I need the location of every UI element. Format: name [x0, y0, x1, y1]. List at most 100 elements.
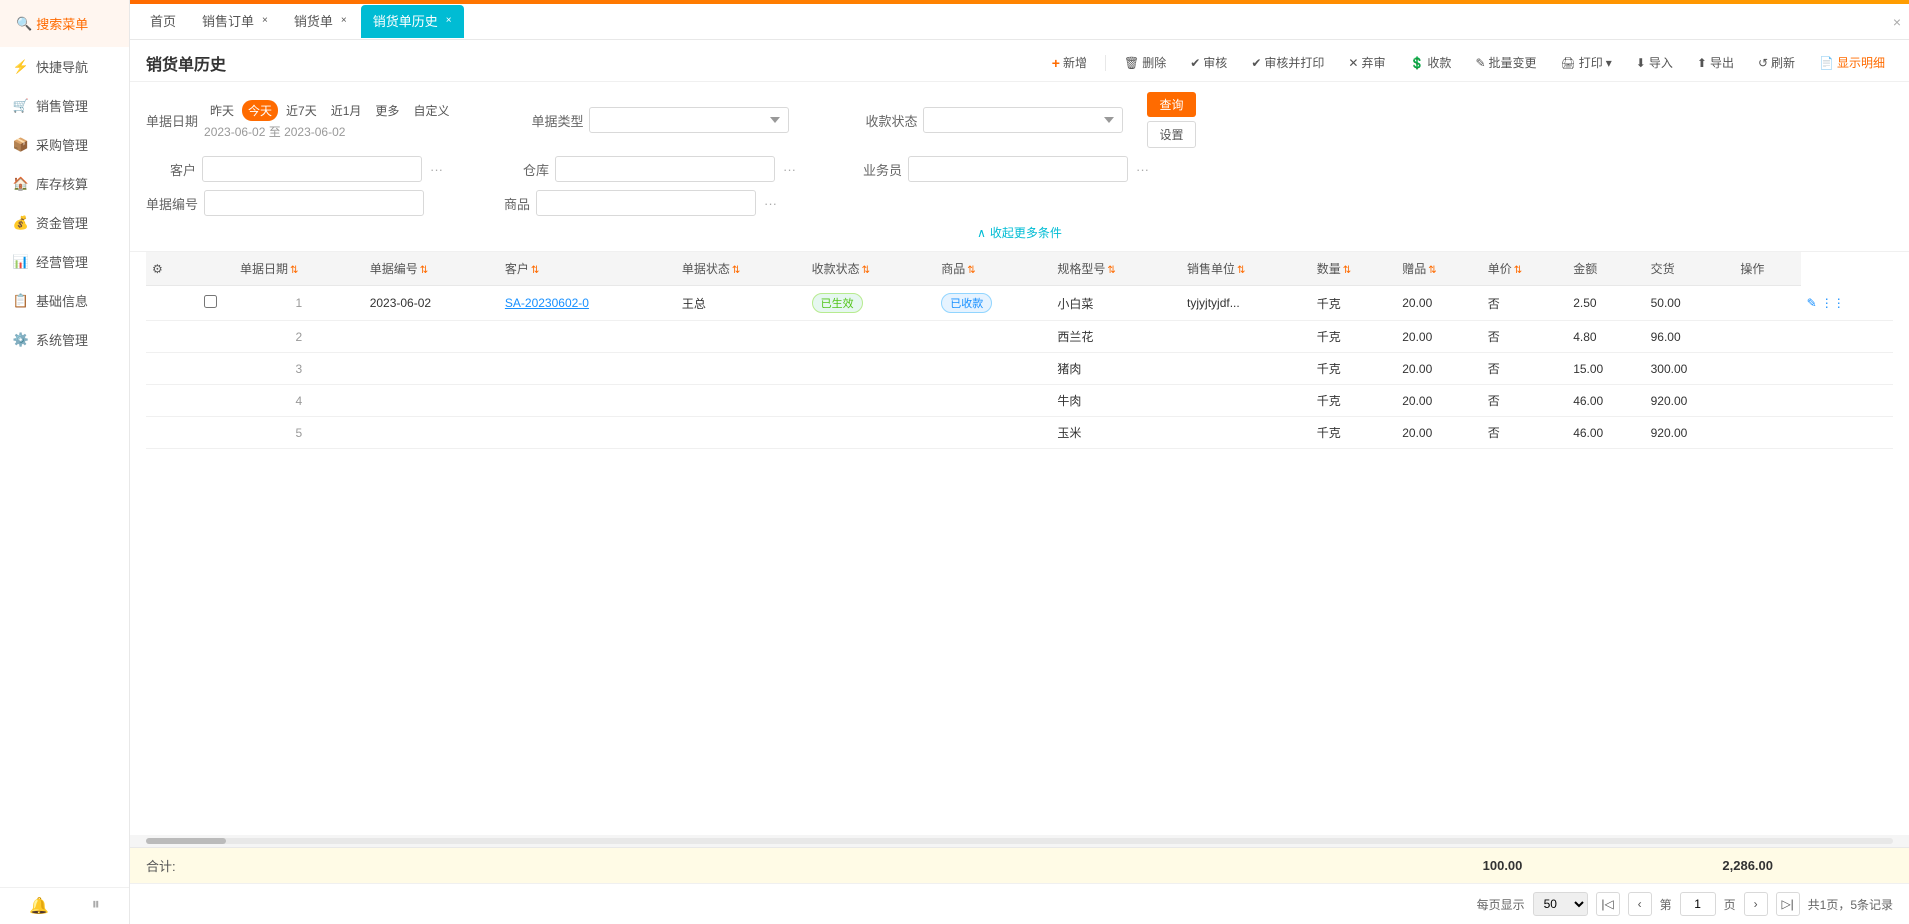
content-area: 销货单历史 +新增🗑删除✔审核✔审核并打印✕弃审💲收款✎批量变更🖨打印▾⬇导入⬆… — [130, 40, 1909, 924]
page-size-select[interactable]: 50 20 100 — [1533, 892, 1588, 916]
col-header-price[interactable]: 单价⇅ — [1482, 252, 1567, 286]
next-page-btn[interactable]: › — [1744, 892, 1768, 916]
toolbar-export-btn[interactable]: ⬆导出 — [1689, 50, 1742, 75]
col-header-pay_status[interactable]: 收款状态⇅ — [806, 252, 936, 286]
query-button[interactable]: 查询 — [1147, 92, 1195, 117]
tab-bar-close-btn[interactable]: × — [1893, 14, 1901, 30]
sidebar-item-purchase-mgmt[interactable]: 📦采购管理 — [0, 125, 129, 164]
sidebar-item-finance[interactable]: 💰资金管理 — [0, 203, 129, 242]
goods-input[interactable] — [536, 190, 756, 216]
action-more-icon[interactable]: ⋮⋮ — [1821, 296, 1845, 310]
col-header-qty[interactable]: 数量⇅ — [1311, 252, 1396, 286]
tab-close-sales-history[interactable]: × — [446, 15, 452, 26]
toolbar-abandon-btn[interactable]: ✕弃审 — [1340, 50, 1393, 75]
action-edit-icon[interactable]: ✎ — [1807, 296, 1817, 310]
prev-page-btn[interactable]: ‹ — [1628, 892, 1652, 916]
toolbar-refresh-btn[interactable]: ↺刷新 — [1750, 50, 1803, 75]
date-shortcut-近1月[interactable]: 近1月 — [325, 100, 368, 121]
pay-status-select[interactable] — [923, 107, 1123, 133]
salesperson-input[interactable] — [908, 156, 1128, 182]
toolbar-print-btn[interactable]: 🖨打印▾ — [1553, 50, 1620, 75]
tab-home[interactable]: 首页 — [138, 5, 188, 38]
toolbar-audit-btn[interactable]: ✔审核 — [1182, 50, 1235, 75]
doc-number-input[interactable] — [204, 190, 424, 216]
row-checkbox-0[interactable] — [188, 286, 234, 321]
cell-doc_status-4 — [806, 417, 936, 449]
first-page-btn[interactable]: |◁ — [1596, 892, 1620, 916]
doc-type-select[interactable] — [589, 107, 789, 133]
scroll-thumb[interactable] — [146, 838, 226, 844]
date-shortcut-今天[interactable]: 今天 — [242, 100, 278, 121]
toolbar-new-btn[interactable]: +新增 — [1044, 50, 1095, 75]
collapse-filter-btn[interactable]: ∧ 收起更多条件 — [146, 224, 1893, 241]
tab-label-sales-history: 销货单历史 — [373, 11, 438, 30]
page-number-input[interactable] — [1680, 892, 1716, 916]
toolbar-batch-change-btn[interactable]: ✎批量变更 — [1467, 50, 1544, 75]
col-header-unit[interactable]: 销售单位⇅ — [1181, 252, 1311, 286]
sort-icon-unit: ⇅ — [1237, 265, 1245, 276]
date-shortcut-昨天[interactable]: 昨天 — [204, 100, 240, 121]
goods-select-icon[interactable]: ··· — [764, 196, 777, 211]
cell-unit-1: 千克 — [1311, 321, 1396, 353]
settings-button[interactable]: 设置 — [1147, 121, 1195, 148]
audit-print-icon: ✔ — [1251, 56, 1261, 70]
warehouse-input[interactable] — [555, 156, 775, 182]
table-header-row: ⚙ 单据日期⇅单据编号⇅客户⇅单据状态⇅收款状态⇅商品⇅规格型号⇅销售单位⇅数量⇅… — [146, 252, 1893, 286]
row-checkbox-1[interactable] — [188, 321, 234, 353]
row-checkbox-3[interactable] — [188, 385, 234, 417]
sidebar-item-quick-nav[interactable]: ⚡快捷导航 — [0, 47, 129, 86]
toolbar-delete-btn[interactable]: 🗑删除 — [1116, 50, 1174, 75]
salesperson-select-icon[interactable]: ··· — [1136, 162, 1149, 177]
tab-sales-history[interactable]: 销货单历史 × — [361, 5, 464, 38]
toolbar-import-btn[interactable]: ⬇导入 — [1628, 50, 1681, 75]
pause-icon[interactable]: ⏸ — [92, 896, 100, 916]
cell-goods-0: 小白菜 — [1051, 286, 1181, 321]
nav-label-basic-info: 基础信息 — [36, 291, 88, 310]
row-checkbox-4[interactable] — [188, 417, 234, 449]
page-size-label: 每页显示 — [1477, 896, 1525, 913]
delete-icon: 🗑 — [1124, 56, 1139, 70]
filter-salesperson: 业务员 ··· — [852, 156, 1149, 182]
filter-row-1: 单据日期 昨天今天近7天近1月更多自定义 2023-06-02 至 2023-0… — [146, 92, 1893, 148]
sidebar-item-basic-info[interactable]: 📋基础信息 — [0, 281, 129, 320]
last-page-btn[interactable]: ▷| — [1776, 892, 1800, 916]
sidebar-item-inventory[interactable]: 🏠库存核算 — [0, 164, 129, 203]
filter-warehouse: 仓库 ··· — [499, 156, 796, 182]
customer-select-icon[interactable]: ··· — [430, 162, 443, 177]
col-header-number[interactable]: 单据编号⇅ — [364, 252, 499, 286]
date-shortcut-更多[interactable]: 更多 — [369, 100, 405, 121]
cell-goods-2: 猪肉 — [1051, 353, 1181, 385]
col-header-customer[interactable]: 客户⇅ — [499, 252, 676, 286]
sidebar-item-sales-mgmt[interactable]: 🛒销售管理 — [0, 86, 129, 125]
nav-icon-inventory: 🏠 — [12, 175, 30, 193]
col-header-gift[interactable]: 赠品⇅ — [1396, 252, 1481, 286]
date-shortcut-自定义[interactable]: 自定义 — [407, 100, 455, 121]
tab-close-sales-delivery[interactable]: × — [341, 15, 347, 26]
cell-qty-4: 20.00 — [1396, 417, 1481, 449]
tab-close-sales-order[interactable]: × — [262, 15, 268, 26]
nav-label-operations: 经营管理 — [36, 252, 88, 271]
toolbar-audit-print-btn[interactable]: ✔审核并打印 — [1243, 50, 1332, 75]
doc-number-link[interactable]: SA-20230602-0 — [505, 296, 589, 310]
row-check-input[interactable] — [204, 295, 217, 308]
cell-action-1 — [1801, 321, 1893, 353]
toolbar-show-detail-btn[interactable]: 📄显示明细 — [1811, 50, 1893, 75]
sidebar-item-operations[interactable]: 📊经营管理 — [0, 242, 129, 281]
search-menu-btn[interactable]: 🔍 搜索菜单 — [8, 8, 121, 39]
col-header-gear: ⚙ — [146, 252, 188, 286]
tab-sales-delivery[interactable]: 销货单× — [282, 5, 359, 38]
customer-input[interactable] — [202, 156, 422, 182]
warehouse-select-icon[interactable]: ··· — [783, 162, 796, 177]
tab-sales-order[interactable]: 销售订单× — [190, 5, 280, 38]
notification-icon[interactable]: 🔔 — [29, 896, 49, 916]
row-checkbox-2[interactable] — [188, 353, 234, 385]
date-shortcut-近7天[interactable]: 近7天 — [280, 100, 323, 121]
col-header-goods[interactable]: 商品⇅ — [935, 252, 1051, 286]
scroll-bar[interactable] — [130, 835, 1909, 847]
col-header-doc_status[interactable]: 单据状态⇅ — [676, 252, 806, 286]
col-header-spec[interactable]: 规格型号⇅ — [1051, 252, 1181, 286]
toolbar-collect-btn[interactable]: 💲收款 — [1401, 50, 1459, 75]
sidebar-search-area[interactable]: 🔍 搜索菜单 — [0, 0, 129, 47]
col-header-date[interactable]: 单据日期⇅ — [234, 252, 364, 286]
sidebar-item-sys-mgmt[interactable]: ⚙️系统管理 — [0, 320, 129, 359]
